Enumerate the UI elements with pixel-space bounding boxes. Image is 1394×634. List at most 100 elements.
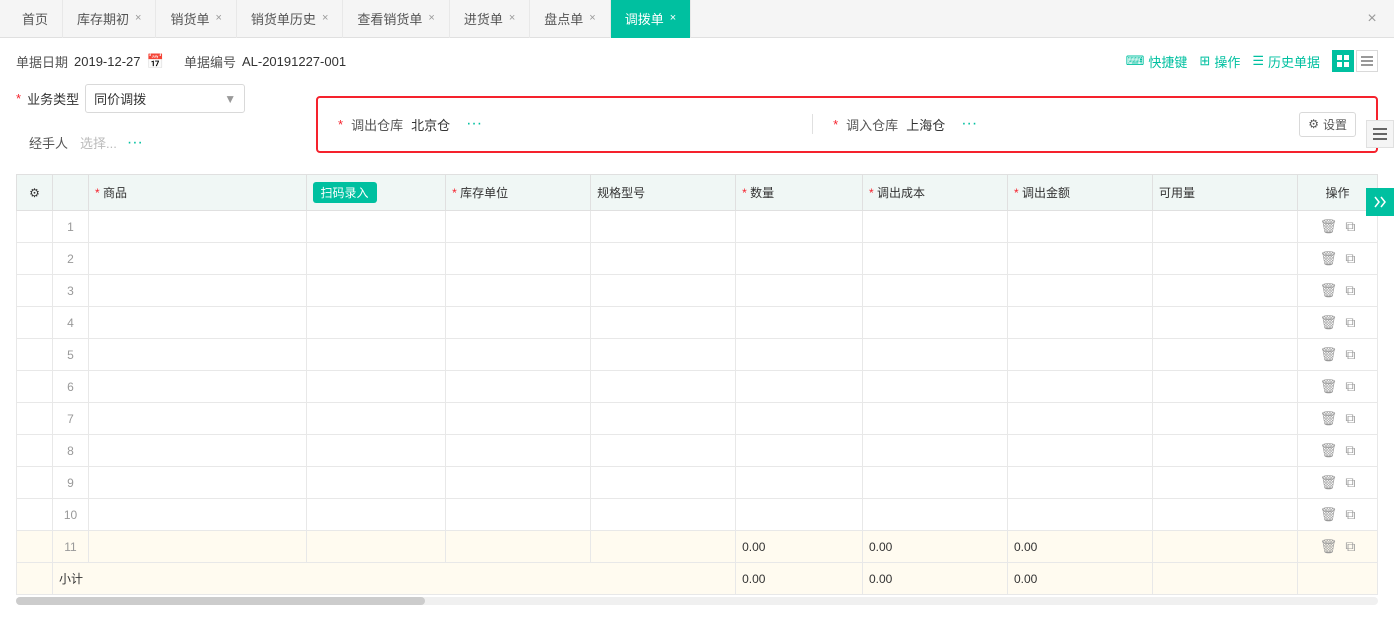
table-row: 10🗑⧉	[17, 499, 1378, 531]
row-unit[interactable]	[446, 211, 591, 243]
history-button[interactable]: ☰ 历史单据	[1252, 52, 1320, 71]
operation-label: 操作	[1214, 52, 1240, 71]
table-row: 6🗑⧉	[17, 371, 1378, 403]
tab-sales-history-close[interactable]: ×	[322, 13, 328, 24]
tab-sales-order[interactable]: 销货单 ×	[156, 0, 236, 38]
delete-icon[interactable]: 🗑	[1320, 442, 1338, 459]
row-amount[interactable]	[1007, 211, 1152, 243]
subtotal-qty: 0.00	[736, 531, 863, 563]
tab-inventory-check-close[interactable]: ×	[589, 13, 595, 24]
tab-sales-order-close[interactable]: ×	[215, 13, 221, 24]
business-type-select[interactable]: 同价调拨 ▼	[85, 84, 245, 113]
delete-icon[interactable]: 🗑	[1320, 378, 1338, 395]
delete-icon[interactable]: 🗑	[1320, 474, 1338, 491]
date-value: 2019-12-27	[74, 54, 141, 69]
window-close-button[interactable]: ×	[1358, 5, 1386, 33]
shortcut-icon: ⌨	[1126, 53, 1145, 69]
settings-icon: ⚙	[29, 186, 40, 200]
table-row: 7🗑⧉	[17, 403, 1378, 435]
scrollbar-thumb[interactable]	[16, 597, 425, 605]
tab-inventory-init[interactable]: 库存期初 ×	[63, 0, 156, 38]
business-type-value: 同价调拨	[94, 89, 218, 108]
tab-sales-history[interactable]: 销货单历史 ×	[237, 0, 343, 38]
calendar-icon[interactable]: 📅	[147, 53, 164, 70]
row-spec[interactable]	[591, 211, 736, 243]
col-header-product: * 商品	[89, 175, 307, 211]
delete-icon[interactable]: 🗑	[1320, 346, 1338, 363]
warehouse-in-field: * 调入仓库 上海仓 ···	[833, 115, 1287, 134]
layout-btn-2[interactable]	[1356, 50, 1378, 72]
tab-sales-history-label: 销货单历史	[251, 9, 316, 28]
left-form: * 业务类型 同价调拨 ▼ 经手人 选择... ···	[16, 84, 296, 164]
wh-in-more-icon[interactable]: ···	[961, 115, 977, 133]
copy-icon[interactable]: ⧉	[1345, 506, 1355, 523]
settings-label: 设置	[1323, 116, 1347, 133]
person-select[interactable]: 选择...	[80, 133, 117, 152]
copy-icon[interactable]: ⧉	[1345, 314, 1355, 331]
row-product[interactable]	[89, 211, 307, 243]
table-row: 9🗑⧉	[17, 467, 1378, 499]
wh-in-value: 上海仓	[906, 115, 945, 134]
delete-icon[interactable]: 🗑	[1320, 250, 1338, 267]
copy-icon[interactable]: ⧉	[1345, 346, 1355, 363]
col-header-qty: * 数量	[736, 175, 863, 211]
form-main-row: * 业务类型 同价调拨 ▼ 经手人 选择... ··· * 调出仓库 北京仓	[16, 84, 1378, 164]
tab-transfer-order[interactable]: 调拨单 ×	[611, 0, 691, 38]
shortcut-button[interactable]: ⌨ 快捷键	[1126, 52, 1188, 71]
tab-purchase-order-close[interactable]: ×	[509, 13, 515, 24]
warehouse-settings-button[interactable]: ⚙ 设置	[1299, 112, 1356, 137]
table-wrapper: ⚙ * 商品 扫码录入 * 库存单位 规格型号	[16, 174, 1378, 595]
right-tool-expand[interactable]	[1366, 188, 1394, 216]
layout-btn-1[interactable]	[1332, 50, 1354, 72]
scan-button[interactable]: 扫码录入	[313, 182, 377, 203]
business-type-row: * 业务类型 同价调拨 ▼	[16, 84, 296, 113]
tab-transfer-order-close[interactable]: ×	[670, 13, 676, 24]
wh-out-more-icon[interactable]: ···	[466, 115, 482, 133]
copy-icon[interactable]: ⧉	[1345, 538, 1355, 555]
subtotal-amount: 0.00	[1007, 531, 1152, 563]
person-more-icon[interactable]: ···	[127, 134, 143, 152]
delete-icon[interactable]: 🗑	[1320, 314, 1338, 331]
tab-inventory-check[interactable]: 盘点单 ×	[530, 0, 610, 38]
date-label: 单据日期	[16, 52, 68, 71]
tab-view-sales[interactable]: 查看销货单 ×	[343, 0, 449, 38]
delete-icon[interactable]: 🗑	[1320, 282, 1338, 299]
operation-button[interactable]: ⊞ 操作	[1199, 52, 1240, 71]
copy-icon[interactable]: ⧉	[1345, 282, 1355, 299]
copy-icon[interactable]: ⧉	[1345, 442, 1355, 459]
table-row: 2🗑⧉	[17, 243, 1378, 275]
tab-purchase-order[interactable]: 进货单 ×	[450, 0, 530, 38]
right-tool-list[interactable]	[1366, 120, 1394, 148]
row-cost[interactable]	[862, 211, 1007, 243]
history-icon: ☰	[1252, 53, 1264, 69]
col-header-avail: 可用量	[1152, 175, 1297, 211]
delete-icon[interactable]: 🗑	[1320, 538, 1338, 555]
col-header-settings[interactable]: ⚙	[17, 175, 53, 211]
delete-icon[interactable]: 🗑	[1320, 410, 1338, 427]
tab-inventory-init-close[interactable]: ×	[135, 13, 141, 24]
wh-out-label: 调出仓库	[351, 115, 403, 134]
col-header-amount: * 调出金额	[1007, 175, 1152, 211]
doc-num-field: 单据编号 AL-20191227-001	[184, 52, 346, 71]
table-row: 4🗑⧉	[17, 307, 1378, 339]
tab-view-sales-close[interactable]: ×	[428, 13, 434, 24]
delete-icon[interactable]: 🗑	[1320, 506, 1338, 523]
tab-transfer-order-label: 调拨单	[625, 9, 664, 28]
col-header-cost: * 调出成本	[862, 175, 1007, 211]
col-header-spec: 规格型号	[591, 175, 736, 211]
copy-icon[interactable]: ⧉	[1345, 218, 1355, 235]
subtotal-cost: 0.00	[862, 531, 1007, 563]
horizontal-scrollbar[interactable]	[16, 597, 1378, 605]
tab-home[interactable]: 首页	[8, 0, 63, 38]
row-qty[interactable]	[736, 211, 863, 243]
warehouse-out-field: * 调出仓库 北京仓 ···	[338, 115, 792, 134]
copy-icon[interactable]: ⧉	[1345, 378, 1355, 395]
tab-bar: 首页 库存期初 × 销货单 × 销货单历史 × 查看销货单 × 进货单 × 盘点…	[0, 0, 1394, 38]
table-row: 5🗑⧉	[17, 339, 1378, 371]
copy-icon[interactable]: ⧉	[1345, 410, 1355, 427]
doc-num-value: AL-20191227-001	[242, 54, 346, 69]
wh-in-required: *	[833, 117, 838, 132]
delete-icon[interactable]: 🗑	[1320, 218, 1338, 235]
copy-icon[interactable]: ⧉	[1345, 474, 1355, 491]
copy-icon[interactable]: ⧉	[1345, 250, 1355, 267]
